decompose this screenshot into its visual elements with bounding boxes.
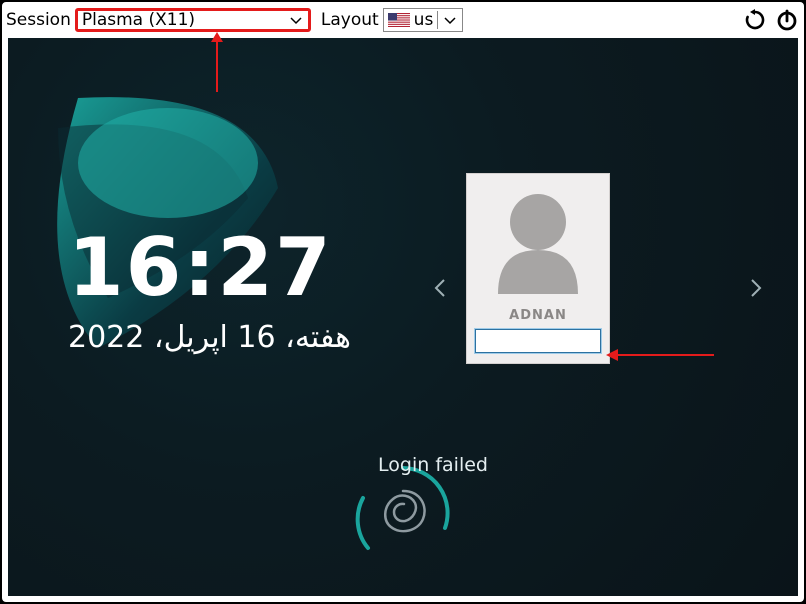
session-label: Session xyxy=(6,10,71,30)
next-user-button[interactable] xyxy=(744,276,768,300)
chevron-down-icon xyxy=(288,12,304,28)
divider xyxy=(437,11,438,29)
annotation-arrow-left xyxy=(606,347,716,363)
prev-user-button[interactable] xyxy=(428,276,452,300)
annotation-arrow-up xyxy=(209,32,225,94)
session-value: Plasma (X11) xyxy=(82,10,195,30)
username-label: ADNAN xyxy=(509,308,567,323)
login-screen: 16:27 هفته، 16 اپریل، 2022 ADNAN Login f… xyxy=(8,38,798,596)
login-card: ADNAN xyxy=(466,173,610,364)
password-input[interactable] xyxy=(475,329,601,353)
layout-value: us xyxy=(414,10,434,30)
restart-button[interactable] xyxy=(742,7,768,33)
session-select[interactable]: Plasma (X11) xyxy=(75,8,311,32)
avatar-icon xyxy=(467,174,609,304)
us-flag-icon xyxy=(388,13,410,27)
login-status: Login failed xyxy=(8,454,798,476)
window-frame: Session Plasma (X11) Layout xyxy=(0,0,806,604)
layout-label: Layout xyxy=(321,10,379,30)
clock-block: 16:27 هفته، 16 اپریل، 2022 xyxy=(68,228,351,355)
shutdown-button[interactable] xyxy=(774,7,800,33)
clock-date: هفته، 16 اپریل، 2022 xyxy=(68,320,351,355)
chevron-down-icon xyxy=(442,12,458,28)
clock-time: 16:27 xyxy=(68,228,351,308)
layout-select[interactable]: us xyxy=(383,8,464,32)
top-bar: Session Plasma (X11) Layout xyxy=(6,6,800,34)
